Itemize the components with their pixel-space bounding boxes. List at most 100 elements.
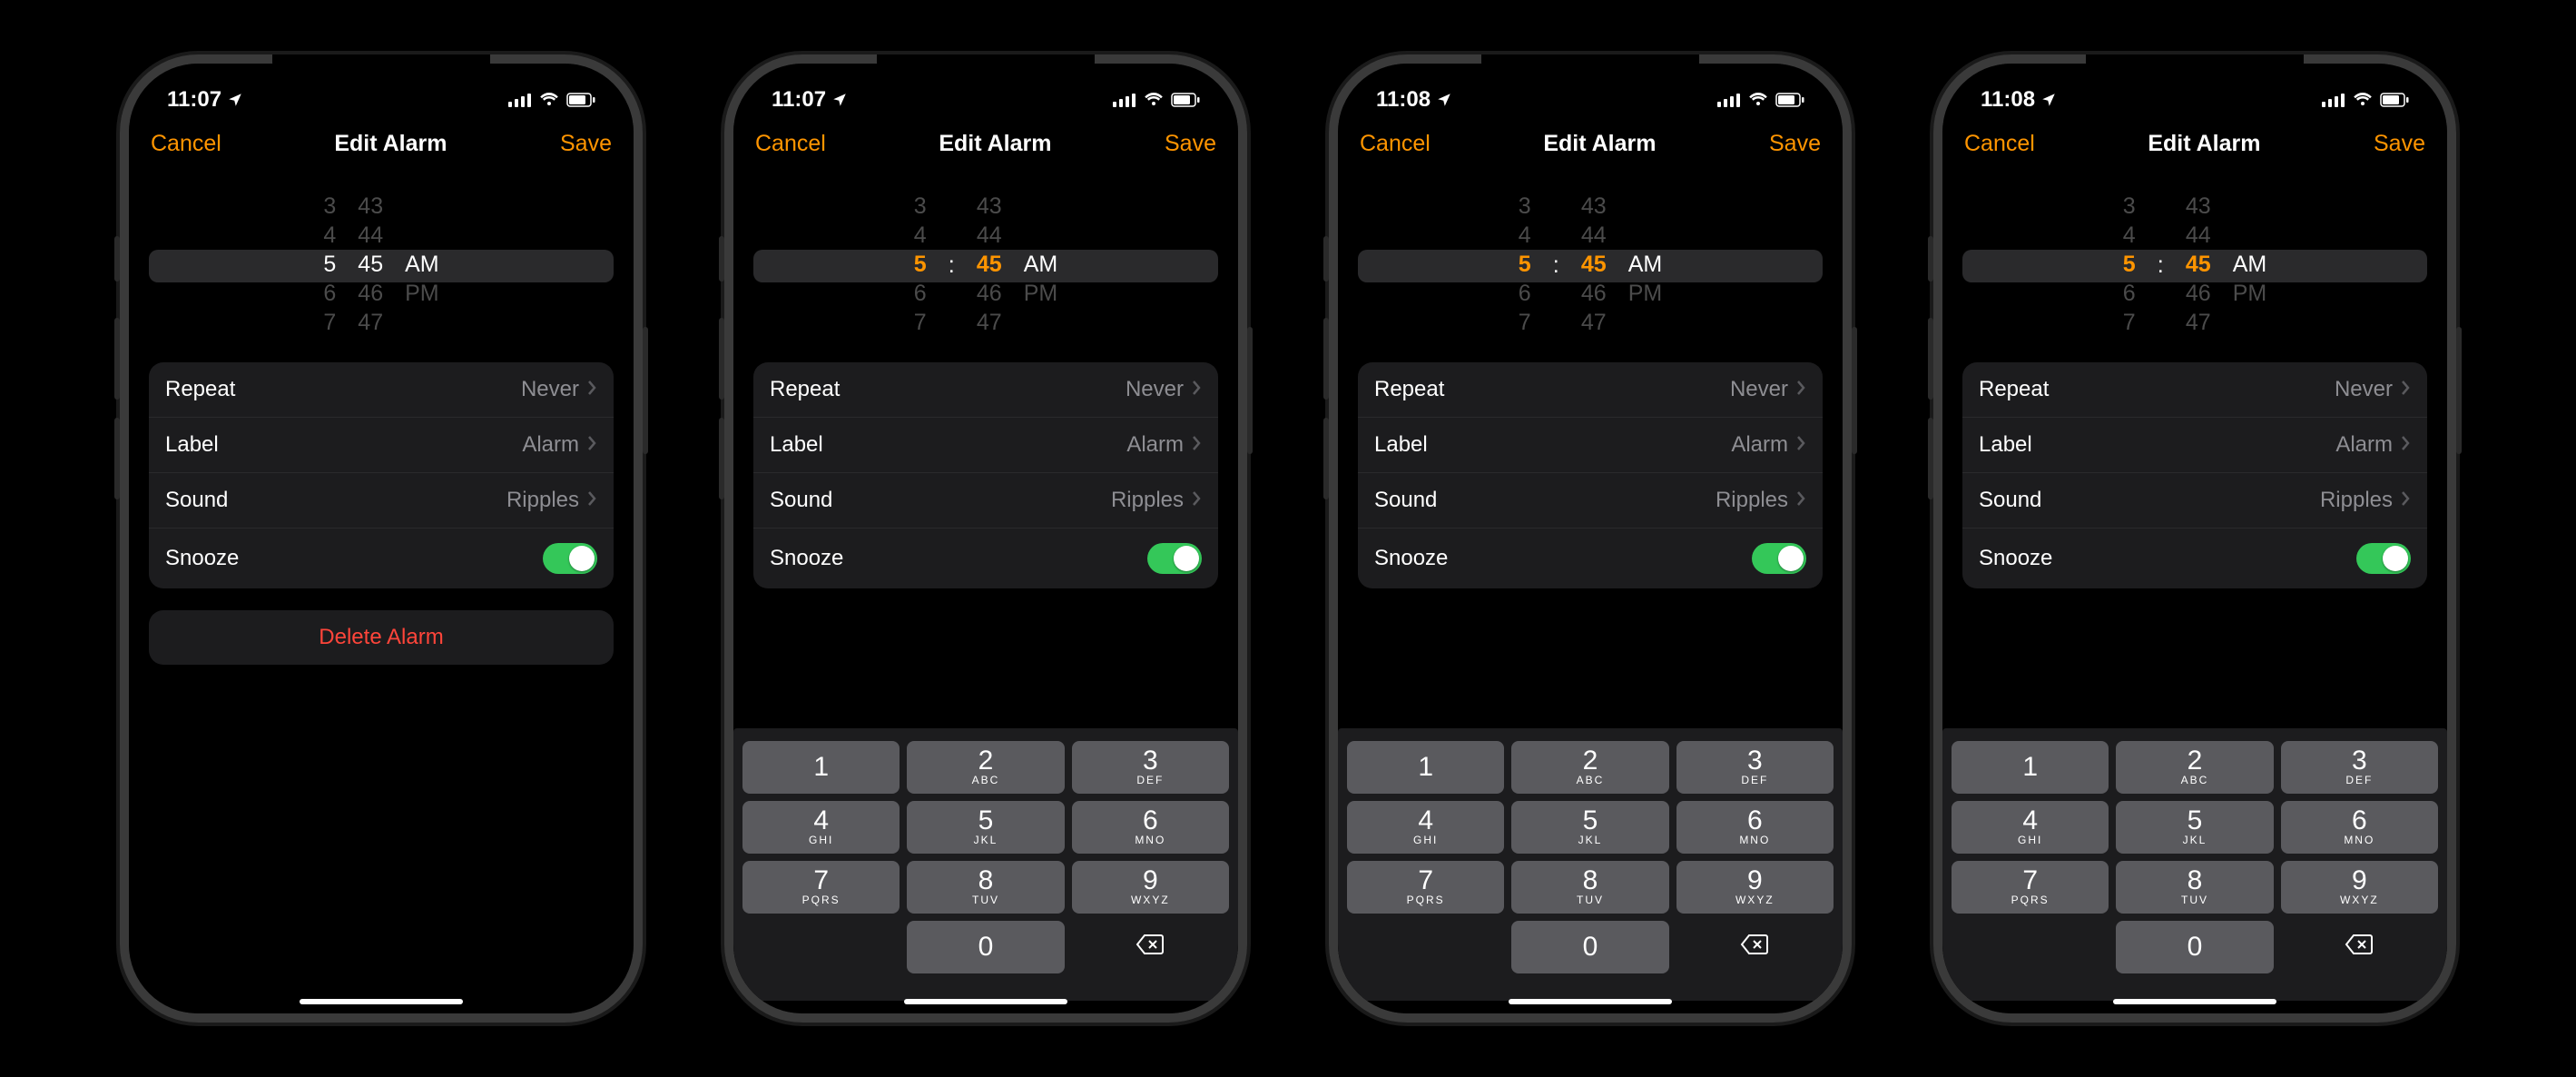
label-value: Alarm (522, 432, 579, 458)
cancel-button[interactable]: Cancel (1964, 131, 2035, 157)
keypad-key-7[interactable]: 7 PQRS (742, 861, 900, 914)
chevron-right-icon (1795, 377, 1806, 402)
status-bar: 11:07 (129, 64, 634, 118)
keypad-key-8[interactable]: 8 TUV (1511, 861, 1668, 914)
keypad-key-4[interactable]: 4 GHI (742, 801, 900, 854)
keypad-key-4[interactable]: 4 GHI (1952, 801, 2109, 854)
keypad-key-5[interactable]: 5 JKL (907, 801, 1064, 854)
minute-wheel[interactable]: 42 43 44 45 46 47 48 (1581, 188, 1607, 341)
keypad-key-6[interactable]: 6 MNO (2281, 801, 2438, 854)
sound-row[interactable]: Sound Ripples (149, 473, 614, 529)
page-title: Edit Alarm (334, 131, 447, 157)
ampm-wheel[interactable]: AM PM (2233, 188, 2267, 341)
keypad-key-5[interactable]: 5 JKL (1511, 801, 1668, 854)
keypad-key-9[interactable]: 9 WXYZ (1676, 861, 1834, 914)
home-indicator[interactable] (2113, 999, 2276, 1004)
keypad-key-3[interactable]: 3 DEF (2281, 741, 2438, 794)
time-colon: : (1553, 251, 1559, 279)
keypad-key-1[interactable]: 1 (1347, 741, 1504, 794)
home-indicator[interactable] (1509, 999, 1672, 1004)
keypad-key-1[interactable]: 1 (742, 741, 900, 794)
backspace-key[interactable] (2281, 921, 2438, 973)
snooze-toggle[interactable] (1147, 543, 1202, 574)
label-row[interactable]: Label Alarm (1358, 418, 1823, 473)
keypad-key-8[interactable]: 8 TUV (2116, 861, 2273, 914)
time-picker[interactable]: 2 3 4 5 6 7 8 : 42 43 44 45 46 (1962, 188, 2427, 341)
power-button (1852, 327, 1857, 454)
sound-row[interactable]: Sound Ripples (1358, 473, 1823, 529)
status-time: 11:07 (167, 87, 221, 113)
volume-down-button (719, 418, 724, 499)
snooze-toggle[interactable] (2356, 543, 2411, 574)
save-button[interactable]: Save (2374, 131, 2425, 157)
home-indicator[interactable] (300, 999, 463, 1004)
sound-value: Ripples (1716, 488, 1788, 513)
sound-row[interactable]: Sound Ripples (1962, 473, 2427, 529)
minute-wheel[interactable]: 42 43 44 45 46 47 48 (2186, 188, 2211, 341)
keypad-key-0[interactable]: 0 (2116, 921, 2273, 973)
cancel-button[interactable]: Cancel (755, 131, 826, 157)
keypad-key-0[interactable]: 0 (907, 921, 1064, 973)
keypad-key-6[interactable]: 6 MNO (1676, 801, 1834, 854)
keypad-key-6[interactable]: 6 MNO (1072, 801, 1229, 854)
page-title: Edit Alarm (939, 131, 1051, 157)
keypad-key-3[interactable]: 3 DEF (1676, 741, 1834, 794)
backspace-key[interactable] (1676, 921, 1834, 973)
save-button[interactable]: Save (560, 131, 612, 157)
hour-wheel[interactable]: 2 3 4 5 6 7 8 (914, 188, 927, 341)
label-row[interactable]: Label Alarm (149, 418, 614, 473)
wifi-icon (539, 93, 559, 107)
mute-switch (114, 236, 120, 282)
chevron-right-icon (1795, 488, 1806, 513)
repeat-row[interactable]: Repeat Never (753, 362, 1218, 418)
keypad-key-0[interactable]: 0 (1511, 921, 1668, 973)
hour-wheel[interactable]: 2 3 4 5 6 7 8 (1519, 188, 1531, 341)
label-row[interactable]: Label Alarm (1962, 418, 2427, 473)
cancel-button[interactable]: Cancel (1360, 131, 1431, 157)
iphone-device: 11:08 Cancel Edit Alarm Save 2 (1329, 54, 1852, 1023)
save-button[interactable]: Save (1165, 131, 1216, 157)
keypad-key-2[interactable]: 2 ABC (1511, 741, 1668, 794)
delete-alarm-button[interactable]: Delete Alarm (149, 610, 614, 665)
sound-row[interactable]: Sound Ripples (753, 473, 1218, 529)
time-picker[interactable]: 2 3 4 5 6 7 8 : 42 43 44 45 46 (753, 188, 1218, 341)
minute-wheel[interactable]: 42 43 44 45 46 47 48 (977, 188, 1002, 341)
repeat-row[interactable]: Repeat Never (149, 362, 614, 418)
volume-down-button (1928, 418, 1933, 499)
hour-wheel[interactable]: 2 3 4 5 6 7 8 (2123, 188, 2136, 341)
keypad-key-7[interactable]: 7 PQRS (1347, 861, 1504, 914)
home-indicator[interactable] (904, 999, 1067, 1004)
snooze-toggle[interactable] (1752, 543, 1806, 574)
ampm-wheel[interactable]: AM PM (405, 188, 439, 341)
keypad-key-4[interactable]: 4 GHI (1347, 801, 1504, 854)
keypad-key-7[interactable]: 7 PQRS (1952, 861, 2109, 914)
label-row[interactable]: Label Alarm (753, 418, 1218, 473)
repeat-row[interactable]: Repeat Never (1962, 362, 2427, 418)
repeat-row[interactable]: Repeat Never (1358, 362, 1823, 418)
ampm-wheel[interactable]: AM PM (1024, 188, 1058, 341)
keypad-key-8[interactable]: 8 TUV (907, 861, 1064, 914)
cellular-signal-icon (1717, 93, 1741, 107)
keypad-key-2[interactable]: 2 ABC (907, 741, 1064, 794)
time-picker[interactable]: 2 3 4 5 6 7 8 : 42 43 44 45 46 (1358, 188, 1823, 341)
keypad-key-9[interactable]: 9 WXYZ (1072, 861, 1229, 914)
volume-up-button (1323, 318, 1329, 400)
keypad-key-3[interactable]: 3 DEF (1072, 741, 1229, 794)
snooze-toggle[interactable] (543, 543, 597, 574)
keypad-key-2[interactable]: 2 ABC (2116, 741, 2273, 794)
cancel-button[interactable]: Cancel (151, 131, 221, 157)
ampm-wheel[interactable]: AM PM (1628, 188, 1663, 341)
time-picker[interactable]: 2 3 4 5 6 7 8 42 43 44 45 46 (149, 188, 614, 341)
minute-wheel[interactable]: 42 43 44 45 46 47 48 (358, 188, 383, 341)
snooze-row: Snooze (753, 529, 1218, 588)
nav-bar: Cancel Edit Alarm Save (129, 118, 634, 173)
backspace-key[interactable] (1072, 921, 1229, 973)
cellular-signal-icon (1113, 93, 1136, 107)
save-button[interactable]: Save (1769, 131, 1821, 157)
keypad-key-1[interactable]: 1 (1952, 741, 2109, 794)
chevron-right-icon (2400, 432, 2411, 458)
keypad-key-5[interactable]: 5 JKL (2116, 801, 2273, 854)
keypad-key-9[interactable]: 9 WXYZ (2281, 861, 2438, 914)
page-title: Edit Alarm (2148, 131, 2260, 157)
hour-wheel[interactable]: 2 3 4 5 6 7 8 (323, 188, 336, 341)
